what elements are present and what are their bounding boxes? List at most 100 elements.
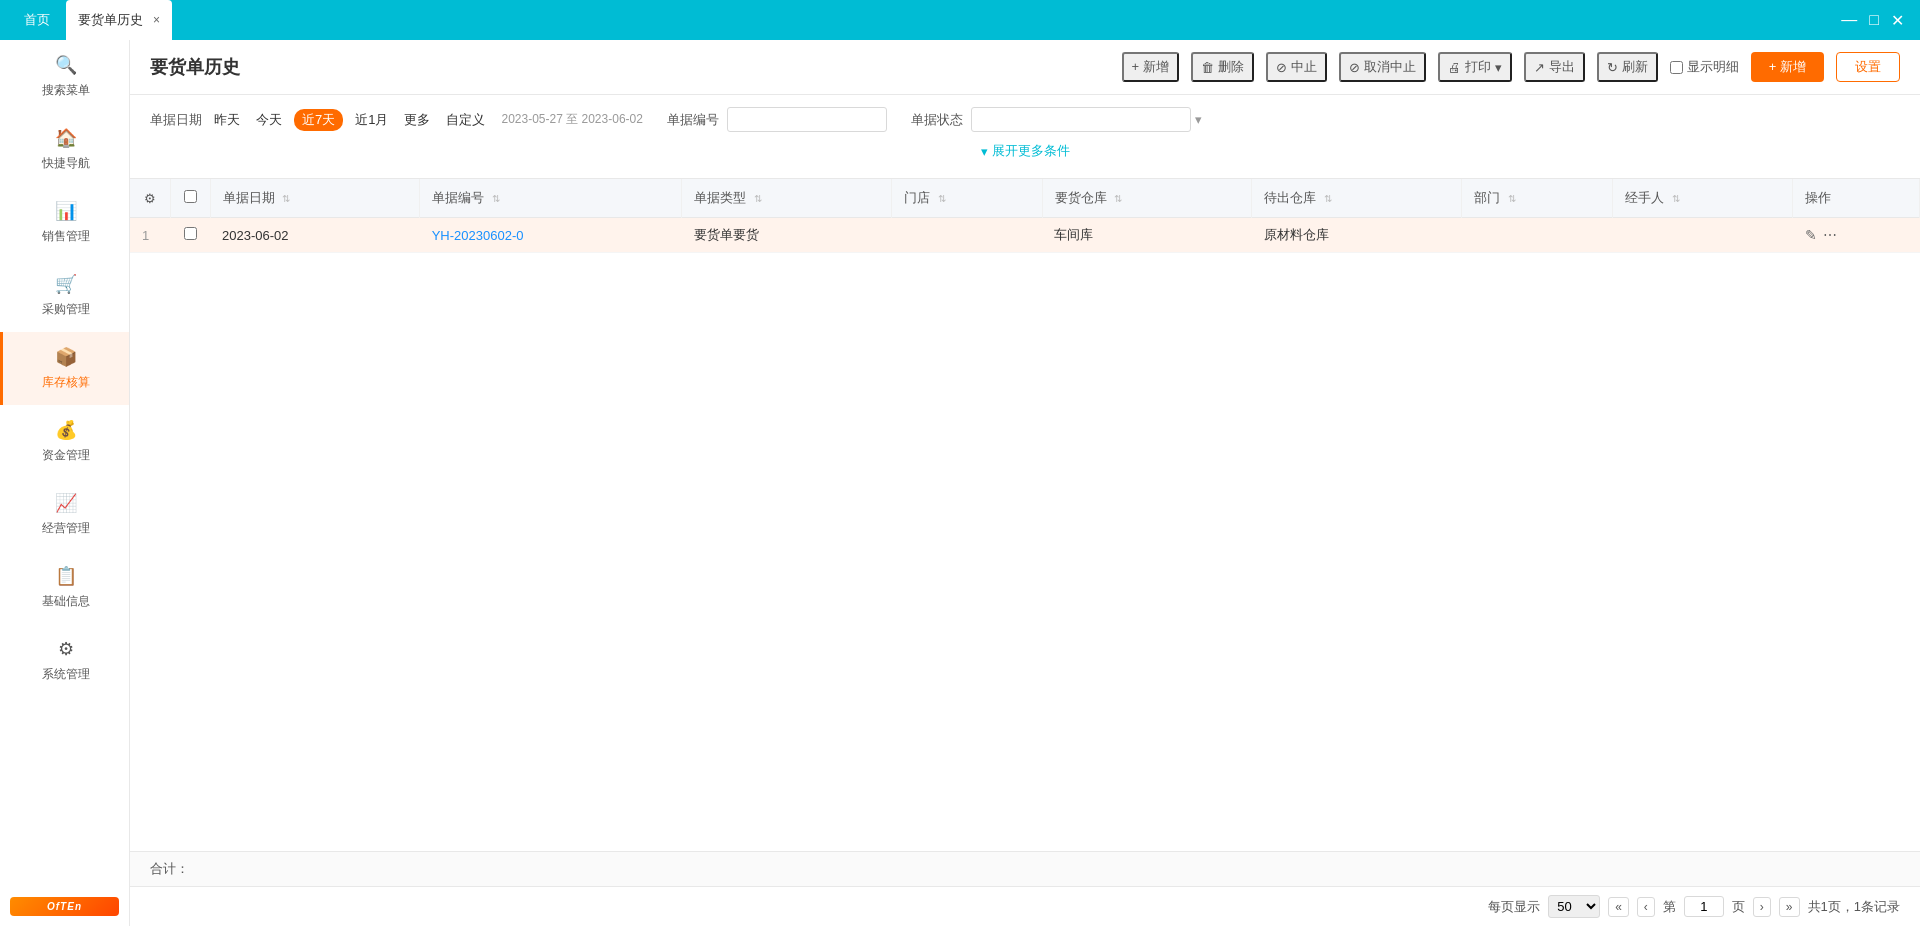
col-date[interactable]: 单据日期 ⇅ xyxy=(210,179,420,218)
tab-close-icon[interactable]: × xyxy=(153,13,160,27)
col-pending-warehouse[interactable]: 待出仓库 ⇅ xyxy=(1252,179,1462,218)
first-page-button[interactable]: « xyxy=(1608,897,1629,917)
docnum-input[interactable] xyxy=(727,107,887,132)
status-input[interactable] xyxy=(971,107,1191,132)
status-dropdown-icon[interactable]: ▾ xyxy=(1195,112,1202,127)
sidebar-item-finance[interactable]: 💰 资金管理 xyxy=(0,405,129,478)
sidebar-item-operations-label: 经营管理 xyxy=(42,520,90,537)
close-window-icon[interactable]: ✕ xyxy=(1891,11,1904,30)
query-button[interactable]: + 新增 xyxy=(1751,52,1824,82)
row-docnum-link[interactable]: YH-20230602-0 xyxy=(432,228,524,243)
page-suffix: 页 xyxy=(1732,898,1745,916)
sidebar-item-basicinfo[interactable]: 📋 基础信息 xyxy=(0,551,129,624)
content-area: 要货单历史 + 新增 🗑 删除 ⊘ 中止 ⊘ 取消中止 🖨 打印 xyxy=(130,40,1920,926)
top-bar-actions: — □ ✕ xyxy=(1841,11,1920,30)
print-button[interactable]: 🖨 打印 ▾ xyxy=(1438,52,1512,82)
col-req-warehouse-sort-icon: ⇅ xyxy=(1114,193,1122,204)
ops-cell: ✎ ⋯ xyxy=(1805,227,1908,243)
row-handler xyxy=(1612,218,1792,253)
col-checkbox xyxy=(170,179,210,218)
row-more-icon[interactable]: ⋯ xyxy=(1823,227,1837,243)
sidebar-item-inventory[interactable]: 📦 库存核算 xyxy=(0,332,129,405)
row-checkbox[interactable] xyxy=(184,227,197,240)
col-pending-warehouse-label: 待出仓库 xyxy=(1264,190,1316,205)
per-page-select[interactable]: 20 50 100 xyxy=(1548,895,1600,918)
expand-more-button[interactable]: ▾ 展开更多条件 xyxy=(150,136,1900,166)
select-all-checkbox[interactable] xyxy=(184,190,197,203)
row-num: 1 xyxy=(130,218,170,253)
sidebar-item-operations[interactable]: 📈 经营管理 xyxy=(0,478,129,551)
sidebar-item-search-label: 搜索菜单 xyxy=(42,82,90,99)
col-store-sort-icon: ⇅ xyxy=(938,193,946,204)
total-label: 合计： xyxy=(150,860,189,878)
sidebar-item-purchase[interactable]: 🛒 采购管理 xyxy=(0,259,129,332)
row-edit-icon[interactable]: ✎ xyxy=(1805,227,1817,243)
cancel-stop-button[interactable]: ⊘ 取消中止 xyxy=(1339,52,1426,82)
date-opt-1month[interactable]: 近1月 xyxy=(351,109,392,131)
date-range-display: 2023-05-27 至 2023-06-02 xyxy=(501,111,642,128)
display-detail-toggle[interactable]: 显示明细 xyxy=(1670,58,1739,76)
date-opt-more[interactable]: 更多 xyxy=(400,109,434,131)
sidebar-item-system[interactable]: ⚙ 系统管理 xyxy=(0,624,129,697)
table-row[interactable]: 1 2023-06-02 YH-20230602-0 要货单要货 车间库 原材料… xyxy=(130,218,1920,253)
col-handler[interactable]: 经手人 ⇅ xyxy=(1612,179,1792,218)
stop-button[interactable]: ⊘ 中止 xyxy=(1266,52,1327,82)
new-button[interactable]: + 新增 xyxy=(1122,52,1179,82)
row-doctype: 要货单要货 xyxy=(682,218,892,253)
prev-page-button[interactable]: ‹ xyxy=(1637,897,1655,917)
date-opt-yesterday[interactable]: 昨天 xyxy=(210,109,244,131)
sidebar-item-finance-label: 资金管理 xyxy=(42,447,90,464)
col-handler-sort-icon: ⇅ xyxy=(1672,193,1680,204)
col-doctype[interactable]: 单据类型 ⇅ xyxy=(682,179,892,218)
sidebar-item-quicknav[interactable]: 🏠 快捷导航 xyxy=(0,113,129,186)
maximize-icon[interactable]: □ xyxy=(1869,11,1879,29)
display-detail-checkbox[interactable] xyxy=(1670,61,1683,74)
data-table: ⚙ 单据日期 ⇅ 单据编号 ⇅ 单据类型 xyxy=(130,179,1920,253)
basicinfo-icon: 📋 xyxy=(55,565,77,587)
col-department-sort-icon: ⇅ xyxy=(1508,193,1516,204)
col-docnum[interactable]: 单据编号 ⇅ xyxy=(420,179,682,218)
row-pending-warehouse: 原材料仓库 xyxy=(1252,218,1462,253)
search-menu-icon: 🔍 xyxy=(55,54,77,76)
operations-icon: 📈 xyxy=(55,492,77,514)
setting-button[interactable]: 设置 xyxy=(1836,52,1900,82)
top-bar: 首页 要货单历史 × — □ ✕ xyxy=(0,0,1920,40)
col-department[interactable]: 部门 ⇅ xyxy=(1462,179,1613,218)
print-dropdown-icon: ▾ xyxy=(1495,60,1502,75)
delete-button[interactable]: 🗑 删除 xyxy=(1191,52,1254,82)
last-page-button[interactable]: » xyxy=(1779,897,1800,917)
per-page-label: 每页显示 xyxy=(1488,898,1540,916)
sidebar-item-purchase-label: 采购管理 xyxy=(42,301,90,318)
col-req-warehouse[interactable]: 要货仓库 ⇅ xyxy=(1042,179,1252,218)
export-button[interactable]: ↗ 导出 xyxy=(1524,52,1585,82)
sidebar-item-basicinfo-label: 基础信息 xyxy=(42,593,90,610)
date-opt-7days[interactable]: 近7天 xyxy=(294,109,343,131)
tab-active-label: 要货单历史 xyxy=(78,11,143,29)
minimize-icon[interactable]: — xyxy=(1841,11,1857,29)
delete-icon: 🗑 xyxy=(1201,60,1214,75)
home-icon: 🏠 xyxy=(55,127,77,149)
col-pending-warehouse-sort-icon: ⇅ xyxy=(1324,193,1332,204)
col-settings[interactable]: ⚙ xyxy=(130,179,170,218)
page-input[interactable] xyxy=(1684,896,1724,917)
sidebar-item-system-label: 系统管理 xyxy=(42,666,90,683)
date-opt-custom[interactable]: 自定义 xyxy=(442,109,489,131)
row-ops: ✎ ⋯ xyxy=(1793,218,1920,253)
page-title: 要货单历史 xyxy=(150,55,240,79)
export-icon: ↗ xyxy=(1534,60,1545,75)
tab-home[interactable]: 首页 xyxy=(8,0,66,40)
date-opt-today[interactable]: 今天 xyxy=(252,109,286,131)
refresh-icon: ↻ xyxy=(1607,60,1618,75)
refresh-button[interactable]: ↻ 刷新 xyxy=(1597,52,1658,82)
col-store[interactable]: 门店 ⇅ xyxy=(891,179,1042,218)
sidebar-item-sales[interactable]: 📊 销售管理 xyxy=(0,186,129,259)
sidebar-item-quicknav-label: 快捷导航 xyxy=(42,155,90,172)
sidebar-item-search[interactable]: 🔍 搜索菜单 xyxy=(0,40,129,113)
col-handler-label: 经手人 xyxy=(1625,190,1664,205)
sidebar-bottom: OfTEn xyxy=(0,887,129,926)
tab-active[interactable]: 要货单历史 × xyxy=(66,0,172,40)
status-filter-label: 单据状态 xyxy=(911,111,963,129)
col-department-label: 部门 xyxy=(1474,190,1500,205)
next-page-button[interactable]: › xyxy=(1753,897,1771,917)
filter-area: 单据日期 昨天 今天 近7天 近1月 更多 自定义 2023-05-27 至 2… xyxy=(130,95,1920,179)
